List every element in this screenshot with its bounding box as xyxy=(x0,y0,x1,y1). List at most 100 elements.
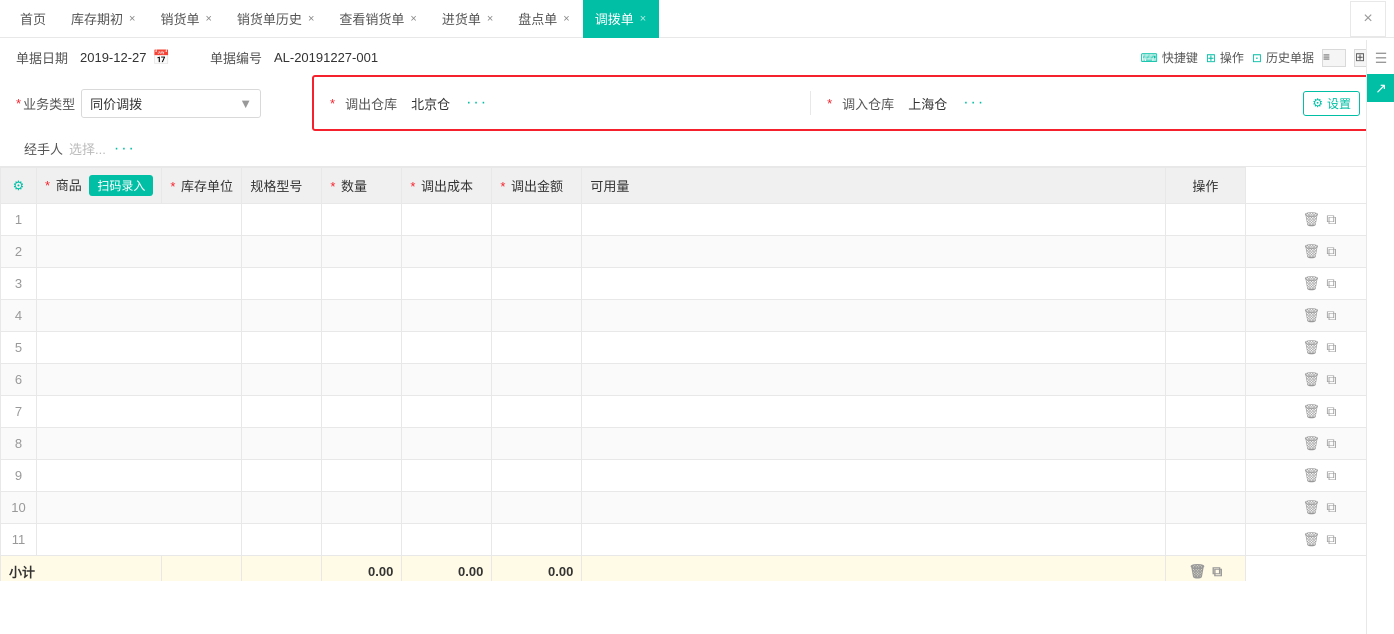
spec-cell[interactable] xyxy=(322,268,402,300)
spec-cell[interactable] xyxy=(322,460,402,492)
qty-cell[interactable] xyxy=(402,492,492,524)
unit-cell[interactable] xyxy=(242,524,322,556)
copy-icon[interactable]: ⧉ xyxy=(1326,275,1336,292)
spec-cell[interactable] xyxy=(322,364,402,396)
tab-view-sales[interactable]: 查看销货单 × xyxy=(327,0,429,38)
tab-purchase-order-close[interactable]: × xyxy=(487,13,493,25)
tab-transfer-order[interactable]: 调拨单 × xyxy=(583,0,659,38)
spec-cell[interactable] xyxy=(322,492,402,524)
qty-cell[interactable] xyxy=(402,524,492,556)
cost-cell[interactable] xyxy=(492,396,582,428)
copy-icon[interactable]: ⧉ xyxy=(1326,211,1336,228)
goods-cell[interactable] xyxy=(37,300,242,332)
copy-icon[interactable]: ⧉ xyxy=(1326,243,1336,260)
cost-cell[interactable] xyxy=(492,332,582,364)
copy-icon[interactable]: ⧉ xyxy=(1326,467,1336,484)
scan-button[interactable]: 扫码录入 xyxy=(89,175,153,196)
amount-cell[interactable] xyxy=(582,204,1166,236)
unit-cell[interactable] xyxy=(242,492,322,524)
goods-cell[interactable] xyxy=(37,492,242,524)
goods-cell[interactable] xyxy=(37,204,242,236)
spec-cell[interactable] xyxy=(322,300,402,332)
delete-icon[interactable]: 🗑 xyxy=(1303,243,1321,260)
cost-cell[interactable] xyxy=(492,300,582,332)
tab-inventory-init[interactable]: 库存期初 × xyxy=(59,0,148,38)
spec-cell[interactable] xyxy=(322,332,402,364)
transfer-in-dots[interactable]: ··· xyxy=(963,94,985,112)
copy-icon[interactable]: ⧉ xyxy=(1326,499,1336,516)
qty-cell[interactable] xyxy=(402,268,492,300)
operations-button[interactable]: ⊞ 操作 xyxy=(1206,49,1244,66)
unit-cell[interactable] xyxy=(242,204,322,236)
cost-cell[interactable] xyxy=(492,268,582,300)
tab-transfer-order-close[interactable]: × xyxy=(640,13,646,25)
qty-cell[interactable] xyxy=(402,364,492,396)
qty-cell[interactable] xyxy=(402,300,492,332)
settings-button[interactable]: ⚙ 设置 xyxy=(1303,91,1360,116)
goods-cell[interactable] xyxy=(37,268,242,300)
goods-cell[interactable] xyxy=(37,332,242,364)
tab-purchase-order[interactable]: 进货单 × xyxy=(430,0,506,38)
copy-icon[interactable]: ⧉ xyxy=(1326,403,1336,420)
tab-sales-order[interactable]: 销货单 × xyxy=(148,0,224,38)
goods-cell[interactable] xyxy=(37,396,242,428)
delete-icon[interactable]: 🗑 xyxy=(1303,339,1321,356)
goods-cell[interactable] xyxy=(37,460,242,492)
cost-cell[interactable] xyxy=(492,204,582,236)
cost-cell[interactable] xyxy=(492,364,582,396)
unit-cell[interactable] xyxy=(242,396,322,428)
person-dots[interactable]: ··· xyxy=(114,140,136,158)
copy-icon[interactable]: ⧉ xyxy=(1326,371,1336,388)
spec-cell[interactable] xyxy=(322,396,402,428)
amount-cell[interactable] xyxy=(582,428,1166,460)
delete-icon[interactable]: 🗑 xyxy=(1303,211,1321,228)
copy-icon[interactable]: ⧉ xyxy=(1326,531,1336,548)
amount-cell[interactable] xyxy=(582,268,1166,300)
cost-cell[interactable] xyxy=(492,428,582,460)
qty-cell[interactable] xyxy=(402,396,492,428)
cost-cell[interactable] xyxy=(492,524,582,556)
delete-icon[interactable]: 🗑 xyxy=(1303,467,1321,484)
sidebar-list-icon[interactable]: ☰ xyxy=(1367,44,1394,72)
window-close-button[interactable]: × xyxy=(1350,1,1386,37)
tab-sales-history-close[interactable]: × xyxy=(308,13,314,25)
qty-cell[interactable] xyxy=(402,204,492,236)
spec-cell[interactable] xyxy=(322,428,402,460)
cost-cell[interactable] xyxy=(492,460,582,492)
qty-cell[interactable] xyxy=(402,428,492,460)
history-button[interactable]: ⊡ 历史单据 xyxy=(1252,49,1314,66)
amount-cell[interactable] xyxy=(582,460,1166,492)
goods-cell[interactable] xyxy=(37,428,242,460)
goods-cell[interactable] xyxy=(37,364,242,396)
amount-cell[interactable] xyxy=(582,396,1166,428)
amount-cell[interactable] xyxy=(582,524,1166,556)
spec-cell[interactable] xyxy=(322,524,402,556)
qty-cell[interactable] xyxy=(402,332,492,364)
tab-inventory-count[interactable]: 盘点单 × xyxy=(506,0,582,38)
tab-inventory-count-close[interactable]: × xyxy=(563,13,569,25)
amount-cell[interactable] xyxy=(582,492,1166,524)
biz-type-select[interactable]: 同价调拨 ▼ xyxy=(81,89,261,118)
subtotal-delete-icon[interactable]: 🗑 xyxy=(1188,563,1206,580)
unit-cell[interactable] xyxy=(242,332,322,364)
delete-icon[interactable]: 🗑 xyxy=(1303,435,1321,452)
spec-cell[interactable] xyxy=(322,236,402,268)
tab-sales-history[interactable]: 销货单历史 × xyxy=(225,0,327,38)
unit-cell[interactable] xyxy=(242,268,322,300)
tab-sales-order-close[interactable]: × xyxy=(205,13,211,25)
goods-cell[interactable] xyxy=(37,524,242,556)
copy-icon[interactable]: ⧉ xyxy=(1326,339,1336,356)
sidebar-export-icon[interactable]: ↗ xyxy=(1367,74,1394,102)
tab-inventory-init-close[interactable]: × xyxy=(129,13,135,25)
delete-icon[interactable]: 🗑 xyxy=(1303,499,1321,516)
tab-home[interactable]: 首页 xyxy=(8,0,59,38)
tab-view-sales-close[interactable]: × xyxy=(410,13,416,25)
unit-cell[interactable] xyxy=(242,460,322,492)
unit-cell[interactable] xyxy=(242,364,322,396)
person-select[interactable]: 选择... xyxy=(69,139,106,158)
amount-cell[interactable] xyxy=(582,236,1166,268)
unit-cell[interactable] xyxy=(242,236,322,268)
transfer-out-dots[interactable]: ··· xyxy=(466,94,488,112)
copy-icon[interactable]: ⧉ xyxy=(1326,307,1336,324)
delete-icon[interactable]: 🗑 xyxy=(1303,275,1321,292)
